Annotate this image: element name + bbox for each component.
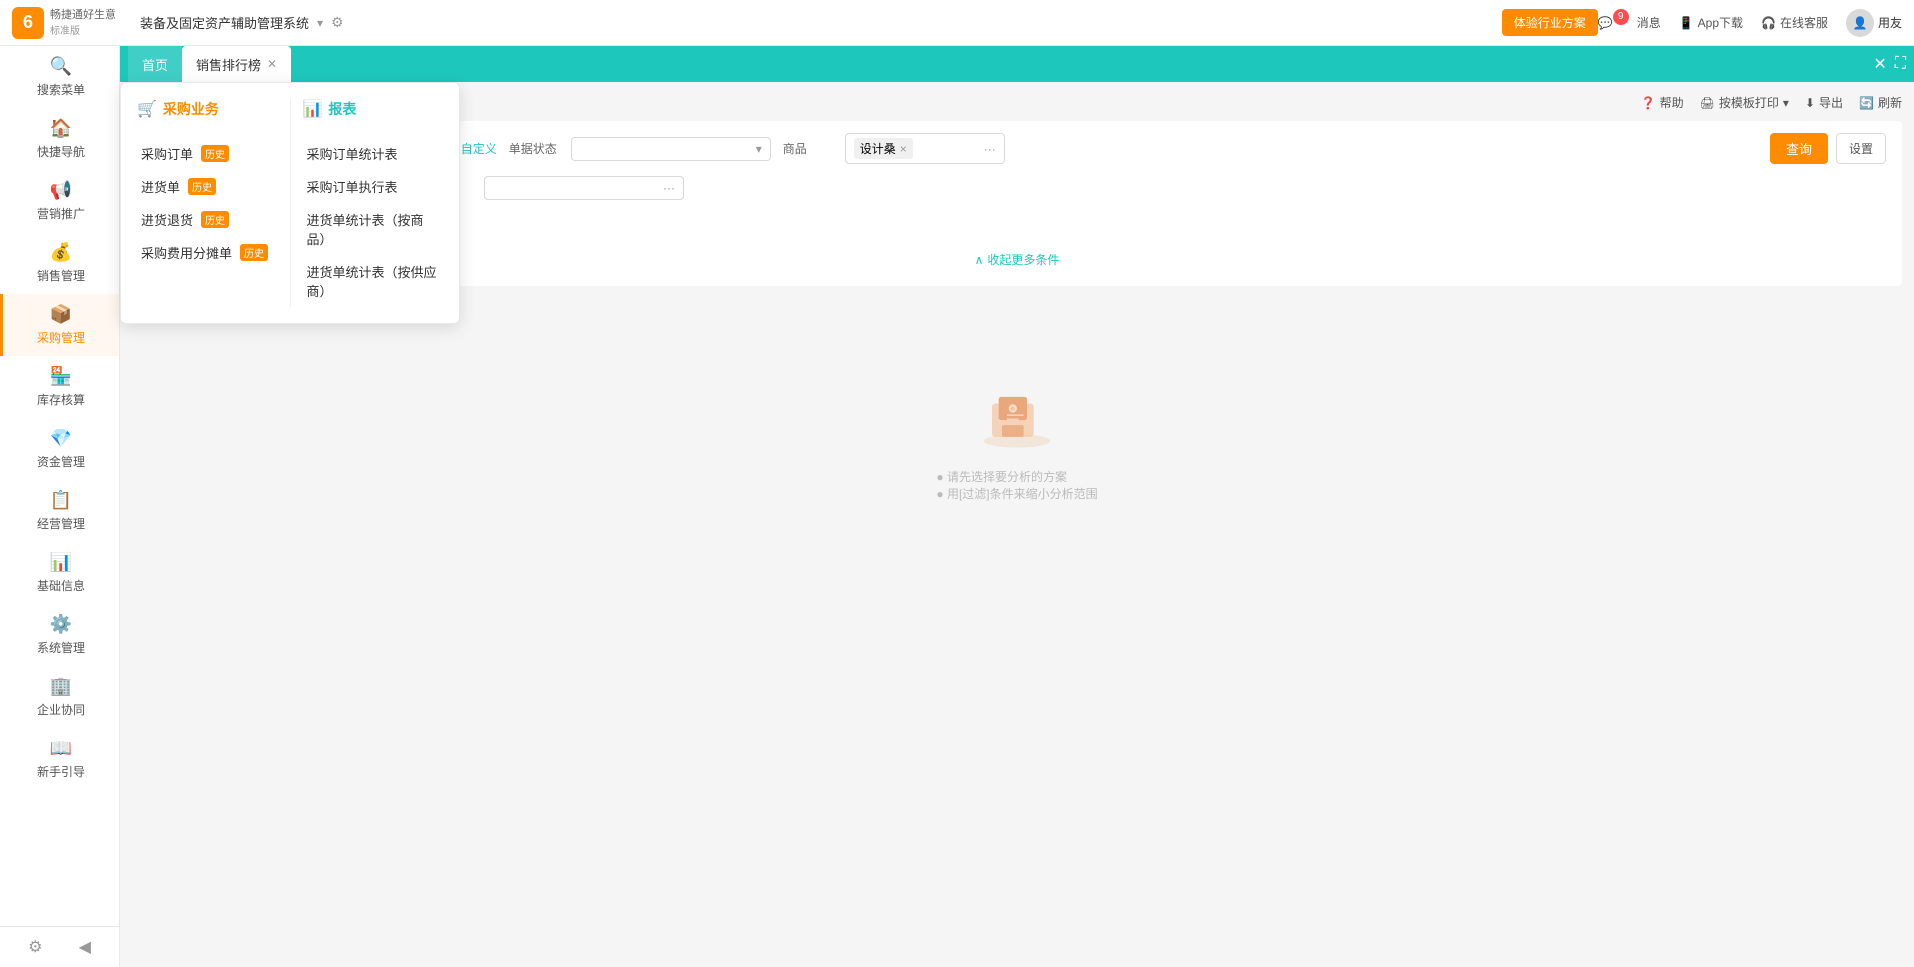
dropdown-item-inbound-label: 进货单 (141, 177, 180, 196)
dropdown-item-expense-label: 采购费用分摊单 (141, 243, 232, 262)
report-order-exec-label: 采购订单执行表 (307, 177, 398, 196)
dropdown-divider (290, 99, 291, 307)
reports-col-icon: 📊 (303, 99, 323, 119)
return-history-badge: 历史 (201, 211, 229, 228)
dropdown-item-report-order-exec[interactable]: 采购订单执行表 (303, 170, 444, 203)
dropdown-menu: 🛒 采购业务 采购订单 历史 进货单 历史 进货退货 历史 采购费用分摊单 历史… (120, 82, 460, 324)
dropdown-item-expense[interactable]: 采购费用分摊单 历史 (137, 236, 278, 269)
dropdown-item-purchase-order-label: 采购订单 (141, 144, 193, 163)
report-inbound-goods-label: 进货单统计表（按商品） (307, 210, 440, 248)
dropdown-item-report-inbound-supplier[interactable]: 进货单统计表（按供应商） (303, 255, 444, 307)
expense-history-badge: 历史 (240, 244, 268, 261)
dropdown-item-inbound[interactable]: 进货单 历史 (137, 170, 278, 203)
dropdown-item-return-label: 进货退货 (141, 210, 193, 229)
dropdown-purchase-col: 🛒 采购业务 采购订单 历史 进货单 历史 进货退货 历史 采购费用分摊单 历史 (137, 99, 278, 307)
report-inbound-supplier-label: 进货单统计表（按供应商） (307, 262, 440, 300)
dropdown-reports-title: 📊 报表 (303, 99, 444, 125)
dropdown-item-report-order-stat[interactable]: 采购订单统计表 (303, 137, 444, 170)
purchase-order-history-badge: 历史 (201, 145, 229, 162)
inbound-history-badge: 历史 (188, 178, 216, 195)
dropdown-item-return[interactable]: 进货退货 历史 (137, 203, 278, 236)
report-order-stat-label: 采购订单统计表 (307, 144, 398, 163)
purchase-col-icon: 🛒 (137, 99, 157, 119)
dropdown-item-report-inbound-goods[interactable]: 进货单统计表（按商品） (303, 203, 444, 255)
dropdown-item-purchase-order[interactable]: 采购订单 历史 (137, 137, 278, 170)
dropdown-reports-col: 📊 报表 采购订单统计表 采购订单执行表 进货单统计表（按商品） 进货单统计表（… (303, 99, 444, 307)
dropdown-purchase-title: 🛒 采购业务 (137, 99, 278, 125)
